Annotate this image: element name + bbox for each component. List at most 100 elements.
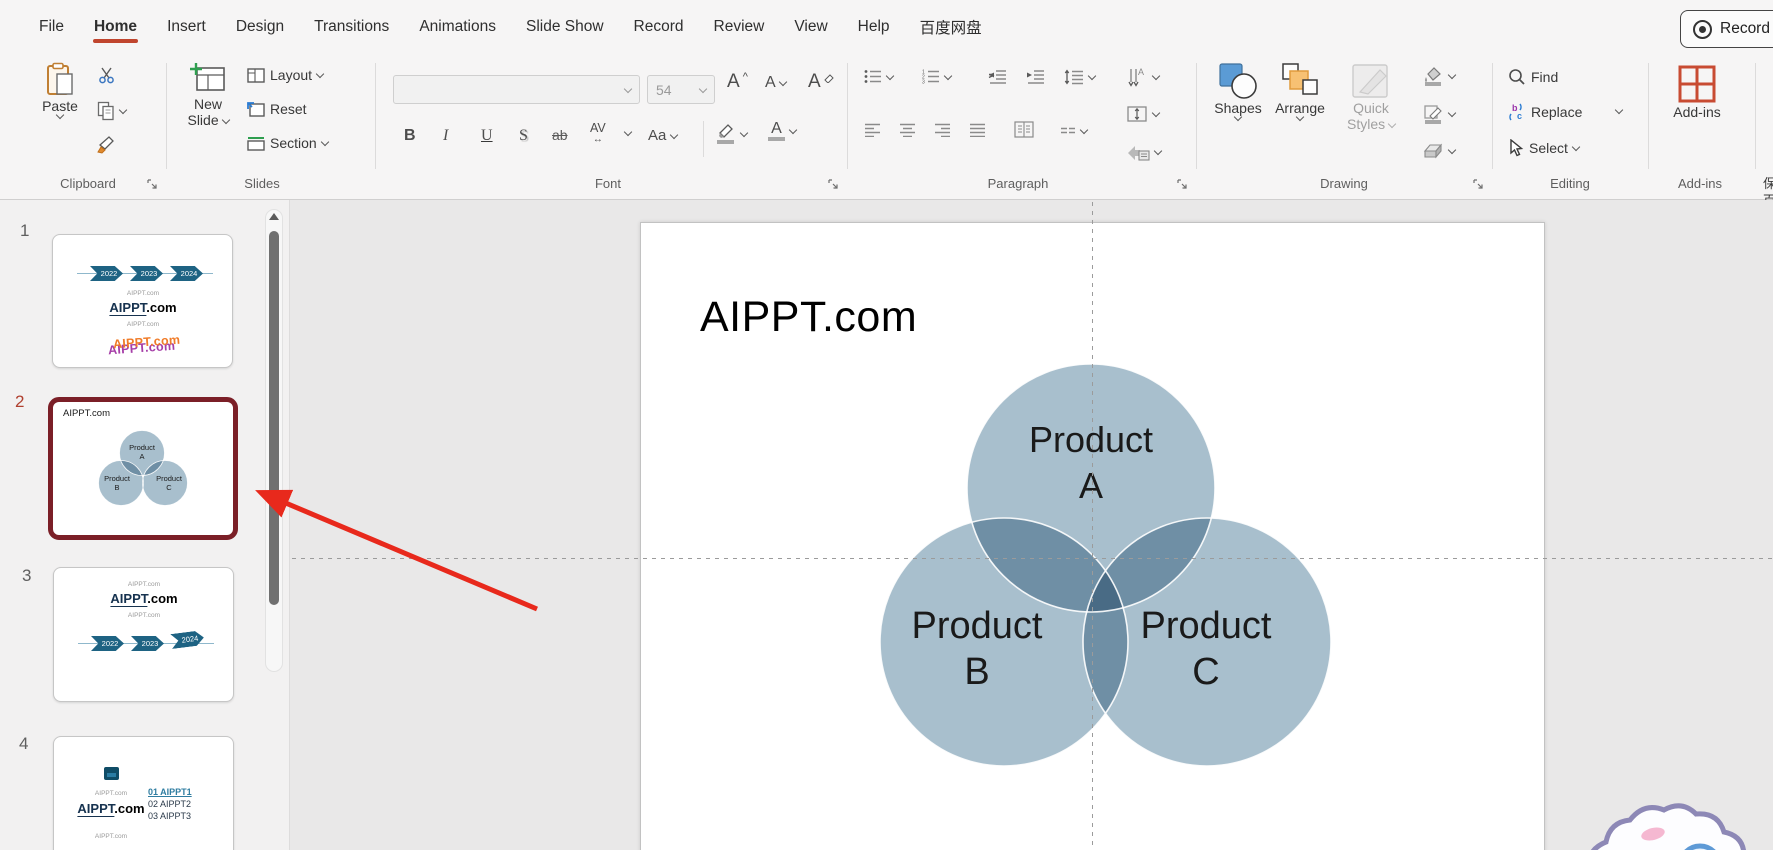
- panel-divider[interactable]: [289, 200, 290, 850]
- format-painter-button[interactable]: [97, 135, 116, 154]
- bullets-button[interactable]: [864, 69, 895, 84]
- underline-button[interactable]: U: [481, 127, 493, 145]
- group-separator: [847, 63, 848, 169]
- replace-dropdown[interactable]: [1614, 105, 1624, 115]
- align-center-button[interactable]: [899, 123, 916, 137]
- shapes-button[interactable]: Shapes: [1210, 62, 1266, 122]
- cut-button[interactable]: [98, 67, 115, 84]
- slide-1-thumbnail[interactable]: 2022 2023 2024 AIPPT.com AIPPT.com AIPPT…: [52, 234, 233, 368]
- tab-design[interactable]: Design: [221, 9, 299, 49]
- increase-indent-button[interactable]: [1026, 69, 1045, 84]
- new-slide-button[interactable]: New Slide: [180, 62, 236, 128]
- shape-outline-button[interactable]: [1422, 103, 1457, 125]
- italic-button[interactable]: I: [443, 127, 448, 145]
- text-highlight-color-button[interactable]: [716, 123, 749, 144]
- character-spacing-button[interactable]: AV ↔: [590, 122, 606, 145]
- chevron-down-icon: [320, 137, 329, 147]
- svg-text:A: A: [139, 452, 144, 461]
- select-label: Select: [1529, 140, 1568, 156]
- numbering-button[interactable]: 123: [922, 69, 953, 84]
- baidu-netdisk-mascot-icon[interactable]: [1548, 792, 1773, 850]
- clipboard-dialog-launcher-icon[interactable]: [146, 178, 158, 190]
- layout-button[interactable]: Layout: [247, 67, 325, 83]
- thumbnail-scrollbar-thumb[interactable]: [269, 231, 279, 605]
- tab-transitions[interactable]: Transitions: [299, 9, 404, 49]
- paragraph-group-label: Paragraph: [987, 176, 1049, 191]
- chevron-down-icon: [1447, 70, 1457, 80]
- find-button[interactable]: Find: [1508, 68, 1558, 86]
- slide-2-thumbnail-selected[interactable]: AIPPT.com Product A Product B Product C: [48, 397, 238, 540]
- section-button[interactable]: Section: [247, 135, 329, 151]
- copy-button[interactable]: [97, 101, 128, 121]
- paste-button[interactable]: Paste: [34, 62, 86, 120]
- slide-4-thumbnail[interactable]: AIPPT.com AIPPT.com 01 AIPPT1 02 AIPPT2 …: [53, 736, 234, 850]
- svg-text:Product: Product: [104, 474, 131, 483]
- shape-fill-button[interactable]: [1422, 65, 1457, 87]
- convert-to-smartart-button[interactable]: [1126, 143, 1163, 161]
- decrease-font-size-button[interactable]: A: [765, 74, 787, 92]
- group-separator: [1755, 63, 1756, 169]
- tab-review[interactable]: Review: [699, 9, 780, 49]
- font-size-combobox[interactable]: 54: [647, 75, 715, 104]
- reset-label: Reset: [270, 101, 307, 117]
- reset-icon: [247, 102, 265, 117]
- chevron-down-icon: [1087, 71, 1097, 81]
- tab-record[interactable]: Record: [619, 9, 699, 49]
- add-ins-button[interactable]: Add-ins: [1668, 64, 1726, 120]
- decrease-indent-icon: [988, 70, 1006, 84]
- shape-outline-icon: [1424, 105, 1442, 124]
- tab-baidu-netdisk[interactable]: 百度网盘: [905, 7, 997, 51]
- venn-label-b: Product: [912, 605, 1043, 647]
- tab-slide-show[interactable]: Slide Show: [511, 9, 619, 49]
- bold-button[interactable]: B: [404, 127, 416, 145]
- slide-title-text[interactable]: AIPPT.com: [700, 293, 917, 342]
- horizontal-guide[interactable]: [292, 558, 1773, 559]
- text-direction-button[interactable]: A: [1126, 67, 1161, 87]
- align-right-button[interactable]: [934, 123, 951, 137]
- vertical-guide[interactable]: [1092, 202, 1093, 850]
- select-button[interactable]: Select: [1508, 139, 1581, 157]
- svg-text:c: c: [1517, 111, 1522, 121]
- tab-insert[interactable]: Insert: [152, 9, 221, 49]
- font-name-combobox[interactable]: [393, 75, 640, 104]
- increase-font-size-button[interactable]: A ^: [727, 71, 748, 93]
- tab-help[interactable]: Help: [843, 9, 905, 49]
- chevron-down-icon: [1153, 146, 1163, 156]
- justify-button[interactable]: [969, 123, 986, 137]
- record-dot-icon: [1693, 19, 1712, 39]
- text-shadow-button[interactable]: S: [519, 127, 528, 145]
- scrollbar-up-arrow-icon[interactable]: [269, 213, 279, 220]
- tab-animations[interactable]: Animations: [404, 9, 511, 49]
- align-text-button[interactable]: [1126, 105, 1161, 123]
- add-ins-group-label: Add-ins: [1677, 176, 1723, 191]
- tab-view[interactable]: View: [779, 9, 842, 49]
- line-spacing-button[interactable]: [1064, 69, 1097, 85]
- change-case-button[interactable]: Aa: [648, 127, 679, 144]
- strikethrough-button[interactable]: ab: [552, 127, 568, 143]
- add-remove-columns-button[interactable]: [1060, 125, 1089, 135]
- clear-formatting-button[interactable]: A: [808, 71, 834, 93]
- paragraph-dialog-launcher-icon[interactable]: [1176, 178, 1188, 190]
- replace-button[interactable]: b c Replace: [1506, 103, 1582, 121]
- character-spacing-dropdown[interactable]: [623, 127, 633, 137]
- font-color-button[interactable]: A: [768, 121, 798, 141]
- decrease-indent-button[interactable]: [988, 69, 1007, 84]
- shape-effects-icon: [1423, 143, 1443, 159]
- columns-button[interactable]: [1014, 121, 1034, 138]
- mini-monitor-icon: [104, 767, 119, 780]
- venn-diagram[interactable]: Product A Product B Product C: [850, 340, 1340, 780]
- tab-home[interactable]: Home: [79, 9, 152, 49]
- chevron-down-icon: [788, 125, 798, 135]
- chevron-down-icon: [1151, 108, 1161, 118]
- group-separator: [1648, 63, 1649, 169]
- align-left-button[interactable]: [864, 123, 881, 137]
- quick-styles-button[interactable]: Quick Styles: [1338, 62, 1404, 132]
- tab-file[interactable]: File: [24, 9, 79, 49]
- reset-button[interactable]: Reset: [247, 101, 307, 117]
- font-dialog-launcher-icon[interactable]: [827, 178, 839, 190]
- record-button[interactable]: Record: [1680, 10, 1773, 48]
- shape-effects-button[interactable]: [1422, 141, 1457, 161]
- arrange-button[interactable]: Arrange: [1272, 62, 1328, 122]
- drawing-dialog-launcher-icon[interactable]: [1472, 178, 1484, 190]
- slide-3-thumbnail[interactable]: AIPPT.com AIPPT.com AIPPT.com 2022 2023 …: [53, 567, 234, 702]
